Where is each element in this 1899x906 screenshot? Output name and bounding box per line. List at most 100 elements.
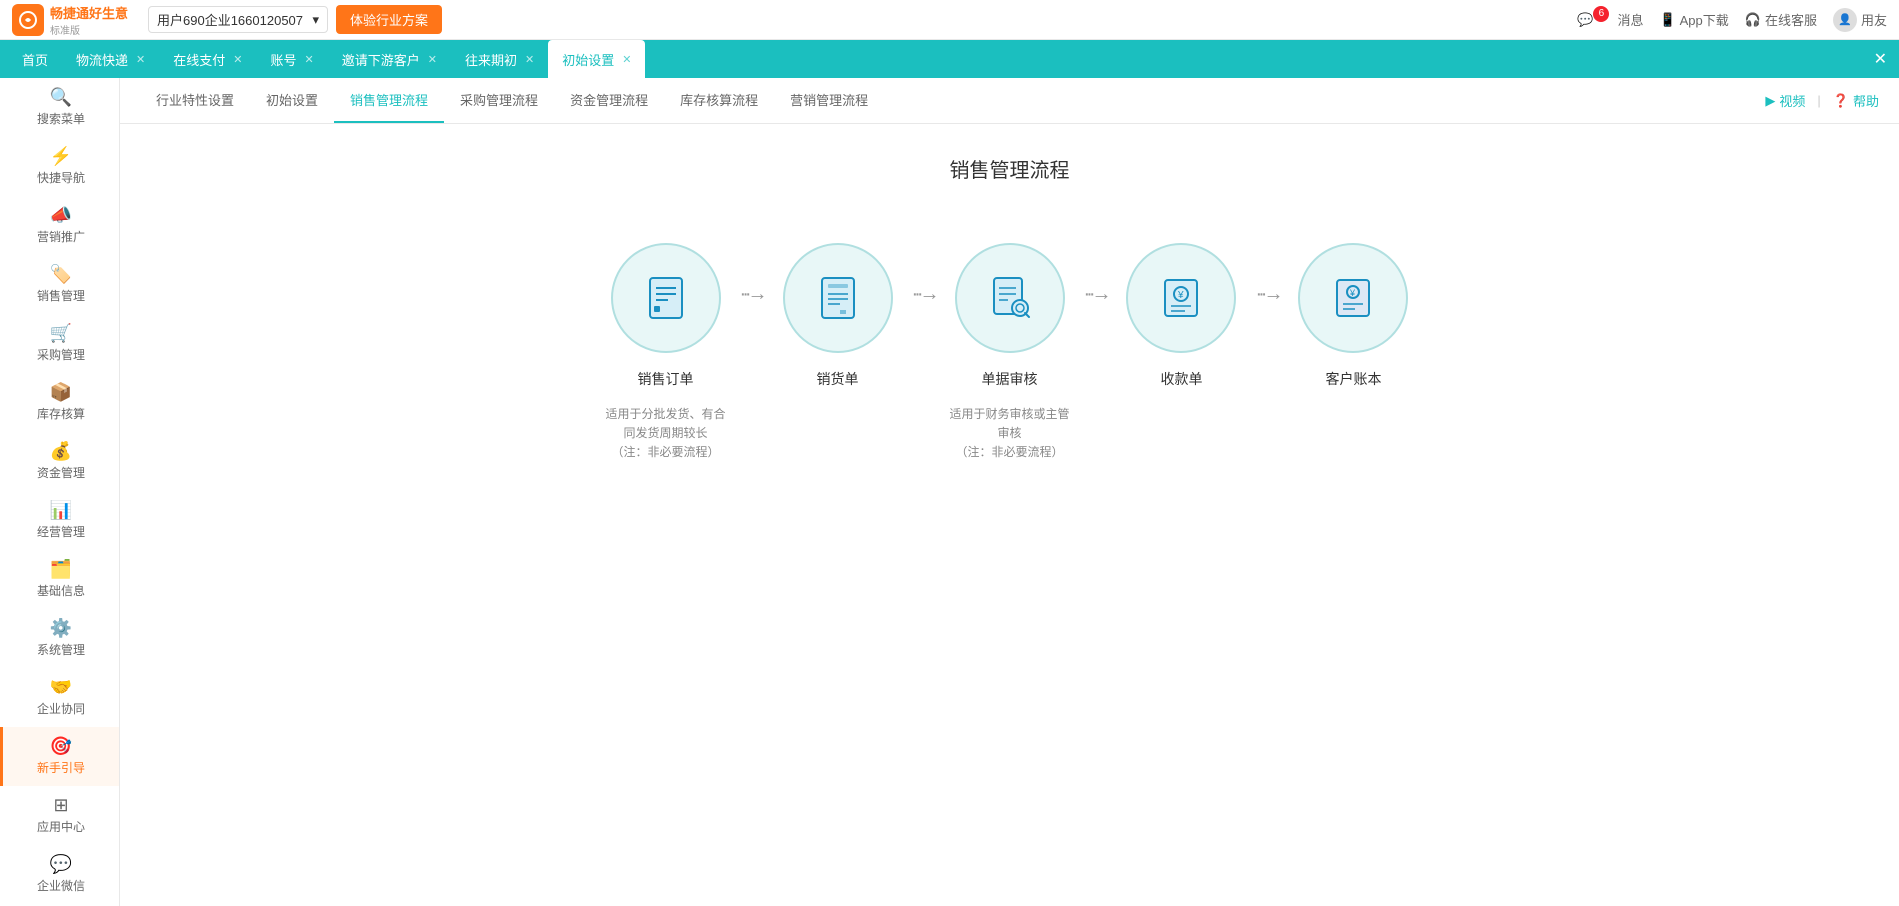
question-icon: ❓	[1833, 93, 1849, 109]
download-icon: 📱	[1659, 12, 1675, 28]
flow-circle-receipt[interactable]: ¥	[1126, 243, 1236, 353]
app-logo: 畅捷通好生意 标准版	[12, 3, 128, 37]
user-selector[interactable]: 用户690企业1660120507 ▾	[148, 6, 328, 33]
app-sub-text: 标准版	[50, 22, 128, 37]
nav-close-all-button[interactable]: ✕	[1862, 49, 1899, 69]
top-bar-left: 畅捷通好生意 标准版 用户690企业1660120507 ▾ 体验行业方案	[12, 3, 442, 37]
sidebar-item-finance[interactable]: 💰 资金管理	[0, 432, 119, 491]
flow-item-sales-order: 销售订单 适用于分批发货、有合同发货周期较长（注：非必要流程）	[596, 243, 736, 463]
flow-circle-customer-account[interactable]: ¥	[1298, 243, 1408, 353]
tab-initial[interactable]: 初始设置 ✕	[548, 40, 645, 78]
sidebar-item-marketing[interactable]: 📣 营销推广	[0, 196, 119, 255]
app-download-item[interactable]: 📱 App下载	[1659, 10, 1728, 29]
money-icon: 💰	[50, 442, 72, 460]
flow-circle-sales-invoice[interactable]	[783, 243, 893, 353]
close-icon[interactable]: ✕	[525, 53, 534, 66]
sidebar: 🔍 搜索菜单 ⚡ 快捷导航 📣 营销推广 🏷️ 销售管理 🛒 采购管理 📦 库存…	[0, 78, 120, 906]
close-icon[interactable]: ✕	[622, 53, 631, 66]
sub-tab-inventory-flow[interactable]: 库存核算流程	[664, 78, 774, 123]
video-link[interactable]: ▶ 视频	[1765, 91, 1805, 110]
sub-tab-sales-flow[interactable]: 销售管理流程	[334, 78, 444, 123]
search-icon: 🔍	[50, 88, 72, 106]
sub-tab-initial[interactable]: 初始设置	[250, 78, 334, 123]
flow-arrow-4: ···→	[1255, 243, 1279, 306]
page-title: 销售管理流程	[160, 154, 1859, 183]
sidebar-item-search[interactable]: 🔍 搜索菜单	[0, 78, 119, 137]
sub-tab-industry[interactable]: 行业特性设置	[140, 78, 250, 123]
sidebar-item-appcenter[interactable]: ⊞ 应用中心	[0, 786, 119, 845]
sub-tab-finance-flow[interactable]: 资金管理流程	[554, 78, 664, 123]
chart-icon: 📊	[50, 501, 72, 519]
sidebar-item-operation[interactable]: 📊 经营管理	[0, 491, 119, 550]
logo-icon	[12, 4, 44, 36]
flow-circle-doc-review[interactable]	[955, 243, 1065, 353]
sub-tab-purchase-flow[interactable]: 采购管理流程	[444, 78, 554, 123]
sidebar-item-collab[interactable]: 🤝 企业协同	[0, 668, 119, 727]
flow-arrow-2: ···→	[912, 243, 936, 306]
flow-arrow-1: ···→	[740, 243, 764, 306]
folder-icon: 🗂️	[50, 560, 72, 578]
svg-text:¥: ¥	[1349, 288, 1356, 298]
help-link[interactable]: ❓ 帮助	[1833, 91, 1879, 110]
sub-tabs-actions: ▶ 视频 | ❓ 帮助	[1765, 91, 1879, 110]
sidebar-item-label: 销售管理	[37, 287, 85, 304]
flow-desc-sales-order: 适用于分批发货、有合同发货周期较长（注：非必要流程）	[601, 405, 731, 463]
svg-text:¥: ¥	[1177, 290, 1184, 301]
flow-arrow-3: ···→	[1084, 243, 1108, 306]
flow-item-customer-account: ¥ 客户账本	[1283, 243, 1423, 405]
message-item[interactable]: 💬 6 消息	[1577, 10, 1643, 29]
handshake-icon: 🤝	[50, 678, 72, 696]
tab-home[interactable]: 首页	[8, 40, 62, 78]
online-service-item[interactable]: 🎧 在线客服	[1745, 10, 1817, 29]
user-item[interactable]: 👤 用友	[1833, 8, 1887, 32]
flow-item-receipt: ¥ 收款单	[1111, 243, 1251, 405]
sub-tabs: 行业特性设置 初始设置 销售管理流程 采购管理流程 资金管理流程 库存核算流程 …	[120, 78, 1899, 124]
sidebar-item-label: 应用中心	[37, 818, 85, 835]
gear-icon: ⚙️	[50, 619, 72, 637]
tab-logistics[interactable]: 物流快递 ✕	[62, 40, 159, 78]
nav-tabs: 首页 物流快递 ✕ 在线支付 ✕ 账号 ✕ 邀请下游客户 ✕ 往来期初 ✕ 初始…	[0, 40, 1899, 78]
sidebar-item-label: 快捷导航	[37, 169, 85, 186]
sidebar-item-weixin[interactable]: 💬 企业微信	[0, 845, 119, 904]
tab-account[interactable]: 账号 ✕	[256, 40, 327, 78]
flow-label-sales-invoice: 销货单	[817, 369, 859, 389]
help-label: 帮助	[1853, 91, 1879, 110]
sidebar-item-label: 系统管理	[37, 641, 85, 658]
close-icon[interactable]: ✕	[428, 53, 437, 66]
tab-period[interactable]: 往来期初 ✕	[451, 40, 548, 78]
sidebar-item-label: 搜索菜单	[37, 110, 85, 127]
close-icon[interactable]: ✕	[136, 53, 145, 66]
sub-tab-marketing-flow[interactable]: 营销管理流程	[774, 78, 884, 123]
close-icon[interactable]: ✕	[233, 53, 242, 66]
sidebar-item-system[interactable]: ⚙️ 系统管理	[0, 609, 119, 668]
target-icon: 🎯	[50, 737, 72, 755]
sidebar-item-quicknav[interactable]: ⚡ 快捷导航	[0, 137, 119, 196]
tab-payment[interactable]: 在线支付 ✕	[159, 40, 256, 78]
close-icon[interactable]: ✕	[305, 53, 314, 66]
trial-button[interactable]: 体验行业方案	[336, 5, 442, 34]
sidebar-item-newguide[interactable]: 🎯 新手引导	[0, 727, 119, 786]
lightning-icon: ⚡	[50, 147, 72, 165]
sidebar-item-purchase[interactable]: 🛒 采购管理	[0, 314, 119, 373]
flow-label-receipt: 收款单	[1160, 369, 1202, 389]
online-service-label: 在线客服	[1765, 10, 1817, 29]
sidebar-item-label: 资金管理	[37, 464, 85, 481]
flow-desc-doc-review: 适用于财务审核或主管审核（注：非必要流程）	[945, 405, 1075, 463]
grid-icon: ⊞	[53, 796, 68, 814]
sidebar-item-sales[interactable]: 🏷️ 销售管理	[0, 255, 119, 314]
play-icon: ▶	[1765, 93, 1775, 109]
tab-invite[interactable]: 邀请下游客户 ✕	[328, 40, 451, 78]
sidebar-item-label: 企业协同	[37, 700, 85, 717]
sidebar-item-label: 营销推广	[37, 228, 85, 245]
flow-label-doc-review: 单据审核	[982, 369, 1038, 389]
sidebar-item-label: 基础信息	[37, 582, 85, 599]
main-layout: 🔍 搜索菜单 ⚡ 快捷导航 📣 营销推广 🏷️ 销售管理 🛒 采购管理 📦 库存…	[0, 78, 1899, 906]
megaphone-icon: 📣	[50, 206, 72, 224]
sidebar-item-label: 经营管理	[37, 523, 85, 540]
flow-label-customer-account: 客户账本	[1325, 369, 1381, 389]
sidebar-item-inventory[interactable]: 📦 库存核算	[0, 373, 119, 432]
sidebar-item-label: 采购管理	[37, 346, 85, 363]
chat-icon: 💬	[50, 855, 72, 873]
flow-circle-sales-order[interactable]	[611, 243, 721, 353]
sidebar-item-basic[interactable]: 🗂️ 基础信息	[0, 550, 119, 609]
